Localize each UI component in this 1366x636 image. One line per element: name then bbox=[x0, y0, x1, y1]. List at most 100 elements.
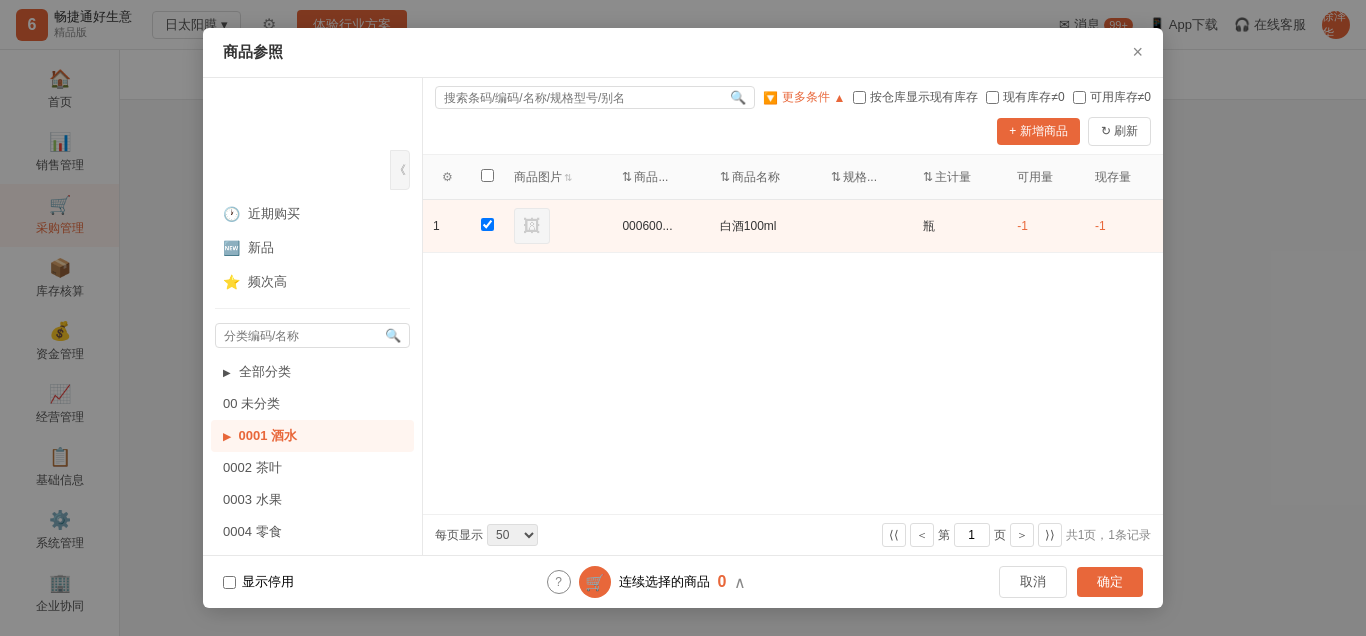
classify-item-00[interactable]: 00 未分类 bbox=[211, 388, 414, 420]
new-icon: 🆕 bbox=[223, 240, 240, 256]
stock-ne0-checkbox[interactable]: 现有库存≠0 bbox=[986, 89, 1064, 106]
dialog-overlay: 商品参照 × 《 🕐 近期购买 🆕 新品 bbox=[0, 0, 1366, 636]
footer-middle: ? 🛒 连续选择的商品 0 ∧ bbox=[547, 566, 747, 598]
prev-page-button[interactable]: ＜ bbox=[910, 523, 934, 547]
col-available: 可用量 bbox=[1007, 155, 1085, 200]
recent-purchase-item[interactable]: 🕐 近期购买 bbox=[203, 198, 422, 230]
cell-stock: -1 bbox=[1085, 200, 1163, 253]
selected-count-badge: 0 bbox=[718, 573, 727, 591]
triangle-icon: ▶ bbox=[223, 367, 231, 378]
cell-image: 🖼 bbox=[504, 200, 612, 253]
col-spec: ⇅ 规格... bbox=[821, 155, 913, 200]
sort-icon-code: ⇅ bbox=[622, 170, 632, 184]
warehouse-stock-check[interactable] bbox=[853, 91, 866, 104]
classify-item-0002[interactable]: 0002 茶叶 bbox=[211, 452, 414, 484]
row-checkbox[interactable] bbox=[481, 218, 494, 231]
col-checkbox bbox=[471, 155, 504, 200]
product-image: 🖼 bbox=[514, 208, 550, 244]
collapse-left-panel-button[interactable]: 《 bbox=[390, 150, 410, 190]
sort-icon-unit: ⇅ bbox=[923, 170, 933, 184]
cell-unit: 瓶 bbox=[913, 200, 1008, 253]
recent-icon: 🕐 bbox=[223, 206, 240, 222]
search-input-wrap: 🔍 bbox=[435, 86, 755, 109]
product-reference-dialog: 商品参照 × 《 🕐 近期购买 🆕 新品 bbox=[203, 28, 1163, 608]
warehouse-stock-checkbox[interactable]: 按仓库显示现有库存 bbox=[853, 89, 978, 106]
filter-button[interactable]: 🔽 更多条件 ▲ bbox=[763, 89, 846, 106]
right-panel: 🔍 🔽 更多条件 ▲ 按仓库显示现有库存 现有库存≠0 bbox=[423, 78, 1163, 555]
page-nav: ⟨⟨ ＜ 第 页 ＞ ⟩⟩ 共1页，1条记录 bbox=[882, 523, 1151, 547]
chevron-up-icon: ▲ bbox=[834, 91, 846, 105]
classify-item-0001[interactable]: ▶ 0001 酒水 bbox=[211, 420, 414, 452]
available-ne0-check[interactable] bbox=[1073, 91, 1086, 104]
product-table: ⚙ 商品图片 ⇅ ⇅ bbox=[423, 155, 1163, 253]
close-icon[interactable]: × bbox=[1132, 42, 1143, 63]
classify-search-input[interactable] bbox=[224, 329, 381, 343]
new-label: 新品 bbox=[248, 239, 274, 257]
new-product-item[interactable]: 🆕 新品 bbox=[203, 232, 422, 264]
toolbar-right: + 新增商品 ↻ 刷新 bbox=[997, 117, 1151, 146]
sort-icon-name: ⇅ bbox=[720, 170, 730, 184]
sort-icon-spec: ⇅ bbox=[831, 170, 841, 184]
show-disabled-label: 显示停用 bbox=[242, 573, 294, 591]
dialog-title: 商品参照 bbox=[223, 43, 283, 62]
page-size-wrap: 每页显示 50 100 200 bbox=[435, 524, 538, 546]
search-icon: 🔍 bbox=[385, 328, 401, 343]
left-panel-header: 《 bbox=[203, 86, 422, 194]
left-panel: 《 🕐 近期购买 🆕 新品 ⭐ 频次高 bbox=[203, 78, 423, 555]
refresh-button[interactable]: ↻ 刷新 bbox=[1088, 117, 1151, 146]
classify-search-wrap: 🔍 bbox=[215, 323, 410, 348]
table-row[interactable]: 1 🖼 000600... 白酒100ml 瓶 bbox=[423, 200, 1163, 253]
star-icon: ⭐ bbox=[223, 274, 240, 290]
dialog-footer: 显示停用 ? 🛒 连续选择的商品 0 ∧ 取消 确定 bbox=[203, 555, 1163, 608]
total-info: 共1页，1条记录 bbox=[1066, 527, 1151, 544]
col-name: ⇅ 商品名称 bbox=[710, 155, 821, 200]
table-header-row: ⚙ 商品图片 ⇅ ⇅ bbox=[423, 155, 1163, 200]
cell-available: -1 bbox=[1007, 200, 1085, 253]
dialog-body: 《 🕐 近期购买 🆕 新品 ⭐ 频次高 bbox=[203, 78, 1163, 555]
cell-num: 1 bbox=[423, 200, 471, 253]
help-icon[interactable]: ? bbox=[547, 570, 571, 594]
left-panel-menu: 🕐 近期购买 🆕 新品 ⭐ 频次高 bbox=[203, 194, 422, 302]
last-page-button[interactable]: ⟩⟩ bbox=[1038, 523, 1062, 547]
cell-checkbox bbox=[471, 200, 504, 253]
search-icon: 🔍 bbox=[730, 90, 746, 105]
collapse-footer-icon[interactable]: ∧ bbox=[734, 573, 746, 592]
col-code: ⇅ 商品... bbox=[612, 155, 709, 200]
classify-list: ▶ 全部分类 00 未分类 ▶ 0001 酒水 0002 茶叶 0003 水果 … bbox=[203, 356, 422, 547]
dialog-header: 商品参照 × bbox=[203, 28, 1163, 78]
cancel-button[interactable]: 取消 bbox=[999, 566, 1067, 598]
next-page-button[interactable]: ＞ bbox=[1010, 523, 1034, 547]
classify-item-all[interactable]: ▶ 全部分类 bbox=[211, 356, 414, 388]
cell-code: 000600... bbox=[612, 200, 709, 253]
cart-label: 连续选择的商品 bbox=[619, 573, 710, 591]
toolbar: 🔍 🔽 更多条件 ▲ 按仓库显示现有库存 现有库存≠0 bbox=[423, 78, 1163, 155]
product-search-input[interactable] bbox=[444, 91, 726, 105]
stock-ne0-check[interactable] bbox=[986, 91, 999, 104]
page-number-input[interactable] bbox=[954, 523, 990, 547]
confirm-button[interactable]: 确定 bbox=[1077, 567, 1143, 597]
page-size-select[interactable]: 50 100 200 bbox=[487, 524, 538, 546]
pagination: 每页显示 50 100 200 ⟨⟨ ＜ 第 页 ＞ bbox=[423, 514, 1163, 555]
col-stock: 现存量 bbox=[1085, 155, 1163, 200]
col-num: ⚙ bbox=[423, 155, 471, 200]
cart-icon: 🛒 bbox=[579, 566, 611, 598]
frequent-item[interactable]: ⭐ 频次高 bbox=[203, 266, 422, 298]
sort-icon: ⇅ bbox=[564, 172, 572, 183]
recent-label: 近期购买 bbox=[248, 205, 300, 223]
classify-item-0003[interactable]: 0003 水果 bbox=[211, 484, 414, 516]
table-body: 1 🖼 000600... 白酒100ml 瓶 bbox=[423, 200, 1163, 253]
available-ne0-checkbox[interactable]: 可用库存≠0 bbox=[1073, 89, 1151, 106]
table-settings-icon[interactable]: ⚙ bbox=[433, 163, 461, 191]
add-product-button[interactable]: + 新增商品 bbox=[997, 118, 1079, 145]
triangle-icon: ▶ bbox=[223, 431, 231, 442]
cell-spec bbox=[821, 200, 913, 253]
cell-name: 白酒100ml bbox=[710, 200, 821, 253]
select-all-checkbox[interactable] bbox=[481, 169, 494, 182]
footer-left: 显示停用 bbox=[223, 573, 294, 591]
first-page-button[interactable]: ⟨⟨ bbox=[882, 523, 906, 547]
footer-right: 取消 确定 bbox=[999, 566, 1143, 598]
classify-item-0004[interactable]: 0004 零食 bbox=[211, 516, 414, 547]
frequent-label: 频次高 bbox=[248, 273, 287, 291]
show-disabled-checkbox[interactable] bbox=[223, 576, 236, 589]
table-wrap: ⚙ 商品图片 ⇅ ⇅ bbox=[423, 155, 1163, 514]
